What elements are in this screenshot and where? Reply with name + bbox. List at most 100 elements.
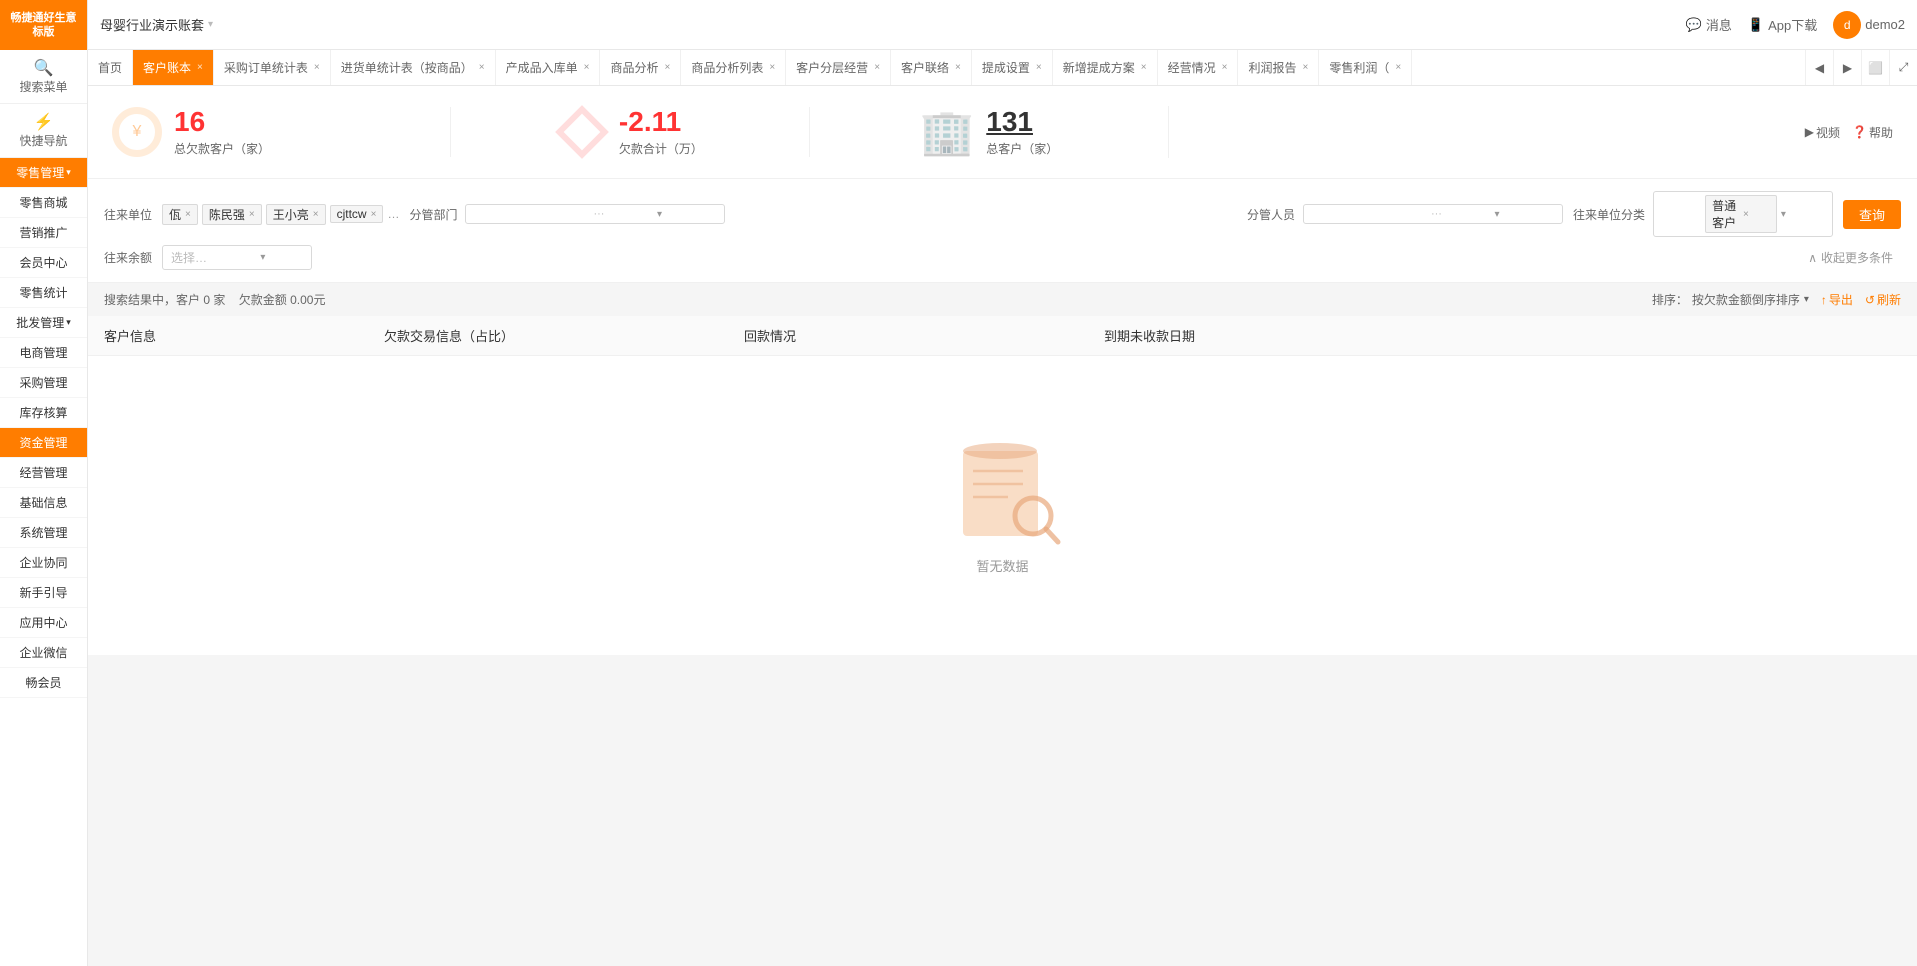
app-download-btn[interactable]: 📱 App下载 — [1748, 15, 1817, 34]
sidebar-item-system[interactable]: 系统管理 — [0, 518, 87, 548]
dept-select[interactable]: ··· ▾ — [465, 204, 725, 224]
tab-new-mention-plan-close[interactable]: × — [1141, 62, 1147, 73]
avatar: d — [1833, 11, 1861, 39]
tab-retail-profit-close[interactable]: × — [1395, 62, 1401, 73]
sidebar-search[interactable]: 🔍 搜索菜单 — [0, 50, 87, 104]
tab-customer-tier-close[interactable]: × — [874, 62, 880, 73]
tab-mention-settings[interactable]: 提成设置 × — [972, 50, 1053, 86]
filter-tag-4-close[interactable]: × — [371, 209, 377, 220]
empty-text: 暂无数据 — [976, 556, 1028, 575]
tab-customer-ledger[interactable]: 客户账本 × — [133, 50, 214, 86]
results-sort-btn[interactable]: 排序： 按欠款金额倒序排序 ▾ — [1652, 291, 1809, 308]
sidebar-item-operation[interactable]: 经营管理 — [0, 458, 87, 488]
message-btn[interactable]: 💬 消息 — [1686, 15, 1732, 34]
sort-label: 排序： — [1652, 291, 1688, 308]
tab-nav-expand[interactable]: ⬜ — [1861, 50, 1889, 86]
collapse-conditions-btn[interactable]: ∧ 收起更多条件 — [1800, 245, 1901, 270]
sidebar-item-wechat-enterprise[interactable]: 企业微信 — [0, 638, 87, 668]
sidebar-item-basic-info[interactable]: 基础信息 — [0, 488, 87, 518]
sidebar-item-wholesale[interactable]: 批发管理 ▾ — [0, 308, 87, 338]
unit-category-tag-close[interactable]: × — [1743, 209, 1770, 220]
filter-area: 往来单位 佤 × 陈民强 × 王小亮 × — [88, 179, 1917, 283]
filter-tag-3-close[interactable]: × — [313, 209, 319, 220]
filter-tag-4[interactable]: cjttcw × — [330, 205, 384, 223]
tab-purchase-order-close[interactable]: × — [314, 62, 320, 73]
results-summary-prefix: 搜索结果中，客户 — [104, 293, 200, 307]
sidebar-item-marketing[interactable]: 营销推广 — [0, 218, 87, 248]
tab-product-analysis[interactable]: 商品分析 × — [600, 50, 681, 86]
video-action-link[interactable]: ▶ 视频 — [1805, 124, 1840, 141]
tab-operation-status-close[interactable]: × — [1222, 62, 1228, 73]
tab-customer-tier[interactable]: 客户分层经营 × — [786, 50, 891, 86]
tab-nav-prev[interactable]: ◀ — [1805, 50, 1833, 86]
filter-tag-1[interactable]: 佤 × — [162, 204, 198, 225]
sidebar-quick-nav[interactable]: ⚡ 快捷导航 — [0, 104, 87, 158]
filter-tag-3[interactable]: 王小亮 × — [266, 204, 326, 225]
sidebar-item-inventory[interactable]: 库存核算 — [0, 398, 87, 428]
tab-profit-report[interactable]: 利润报告 × — [1238, 50, 1319, 86]
sidebar-item-member-vip[interactable]: 畅会员 — [0, 668, 87, 698]
tab-nav-fullscreen[interactable]: ⤢ — [1889, 50, 1917, 86]
tab-mention-settings-label: 提成设置 — [982, 59, 1030, 76]
tab-profit-report-close[interactable]: × — [1302, 62, 1308, 73]
user-profile-btn[interactable]: d demo2 — [1833, 11, 1905, 39]
tab-retail-profit-label: 零售利润（ — [1329, 59, 1389, 76]
sidebar-item-new-guide[interactable]: 新手引导 — [0, 578, 87, 608]
tab-product-analysis-list[interactable]: 商品分析列表 × — [681, 50, 786, 86]
tab-product-analysis-list-close[interactable]: × — [769, 62, 775, 73]
filter-tags-container: 佤 × 陈民强 × 王小亮 × cjttcw × — [162, 204, 399, 225]
tab-home[interactable]: 首页 — [88, 50, 133, 86]
message-icon: 💬 — [1686, 17, 1702, 33]
person-filter-label: 分管人员 — [1247, 206, 1295, 223]
tab-cost-inbound[interactable]: 产成品入库单 × — [496, 50, 601, 86]
tab-operation-status[interactable]: 经营情况 × — [1158, 50, 1239, 86]
company-selector[interactable]: 母婴行业演示账套 ▾ — [100, 15, 213, 34]
help-icon: ❓ — [1852, 125, 1867, 139]
tab-cost-inbound-close[interactable]: × — [584, 62, 590, 73]
sidebar-item-marketing-label: 营销推广 — [19, 226, 67, 240]
sidebar-item-enterprise-collab[interactable]: 企业协同 — [0, 548, 87, 578]
balance-dropdown-arrow: ▾ — [260, 252, 303, 263]
tab-mention-settings-close[interactable]: × — [1036, 62, 1042, 73]
unit-category-select[interactable]: 普通客户 × ▾ — [1653, 191, 1833, 237]
tab-new-mention-plan[interactable]: 新增提成方案 × — [1053, 50, 1158, 86]
logo-text-line1: 畅捷通好生意 — [11, 11, 77, 25]
stat-item-debit-total: -2.11 欠款合计（万） — [451, 107, 810, 157]
company-name: 母婴行业演示账套 — [100, 15, 204, 34]
balance-select[interactable]: 选择… ▾ — [162, 245, 312, 270]
sidebar-item-finance[interactable]: 资金管理 — [0, 428, 87, 458]
tab-customer-ledger-close[interactable]: × — [197, 62, 203, 73]
tab-stock-summary-close[interactable]: × — [479, 62, 485, 73]
sidebar-item-retail-store[interactable]: 零售商城 — [0, 188, 87, 218]
query-button[interactable]: 查询 — [1843, 200, 1901, 229]
tab-customer-contact-label: 客户联络 — [901, 59, 949, 76]
sidebar-item-wechat-enterprise-label: 企业微信 — [19, 646, 67, 660]
filter-tag-1-close[interactable]: × — [185, 209, 191, 220]
tab-product-analysis-close[interactable]: × — [664, 62, 670, 73]
results-refresh-btn[interactable]: ↺ 刷新 — [1865, 291, 1901, 308]
tab-customer-contact-close[interactable]: × — [955, 62, 961, 73]
more-tags-indicator[interactable]: … — [387, 207, 399, 221]
topbar: 母婴行业演示账套 ▾ 💬 消息 📱 App下载 d demo2 — [88, 0, 1917, 50]
sidebar-item-retail-stats[interactable]: 零售统计 — [0, 278, 87, 308]
person-select[interactable]: ··· ▾ — [1303, 204, 1563, 224]
sidebar-item-wholesale-label: 批发管理 — [16, 314, 64, 331]
filter-tag-2-close[interactable]: × — [249, 209, 255, 220]
sidebar-item-retail-mgmt[interactable]: 零售管理 ▾ — [0, 158, 87, 188]
tab-operation-status-label: 经营情况 — [1168, 59, 1216, 76]
sidebar-item-purchase[interactable]: 采购管理 — [0, 368, 87, 398]
sidebar-item-app-center[interactable]: 应用中心 — [0, 608, 87, 638]
results-debit-amount-value: 0.00元 — [290, 293, 325, 307]
tab-purchase-order[interactable]: 采购订单统计表 × — [214, 50, 331, 86]
sidebar-item-member-center[interactable]: 会员中心 — [0, 248, 87, 278]
sidebar-item-ecommerce[interactable]: 电商管理 — [0, 338, 87, 368]
tab-nav-next[interactable]: ▶ — [1833, 50, 1861, 86]
results-export-btn[interactable]: ↑ 导出 — [1821, 291, 1853, 308]
tab-customer-contact[interactable]: 客户联络 × — [891, 50, 972, 86]
tab-stock-summary[interactable]: 进货单统计表（按商品） × — [331, 50, 496, 86]
sidebar-item-retail-store-label: 零售商城 — [19, 196, 67, 210]
help-action-link[interactable]: ❓ 帮助 — [1852, 124, 1893, 141]
tab-retail-profit[interactable]: 零售利润（ × — [1319, 50, 1412, 86]
sidebar-item-enterprise-collab-label: 企业协同 — [19, 556, 67, 570]
filter-tag-2[interactable]: 陈民强 × — [202, 204, 262, 225]
